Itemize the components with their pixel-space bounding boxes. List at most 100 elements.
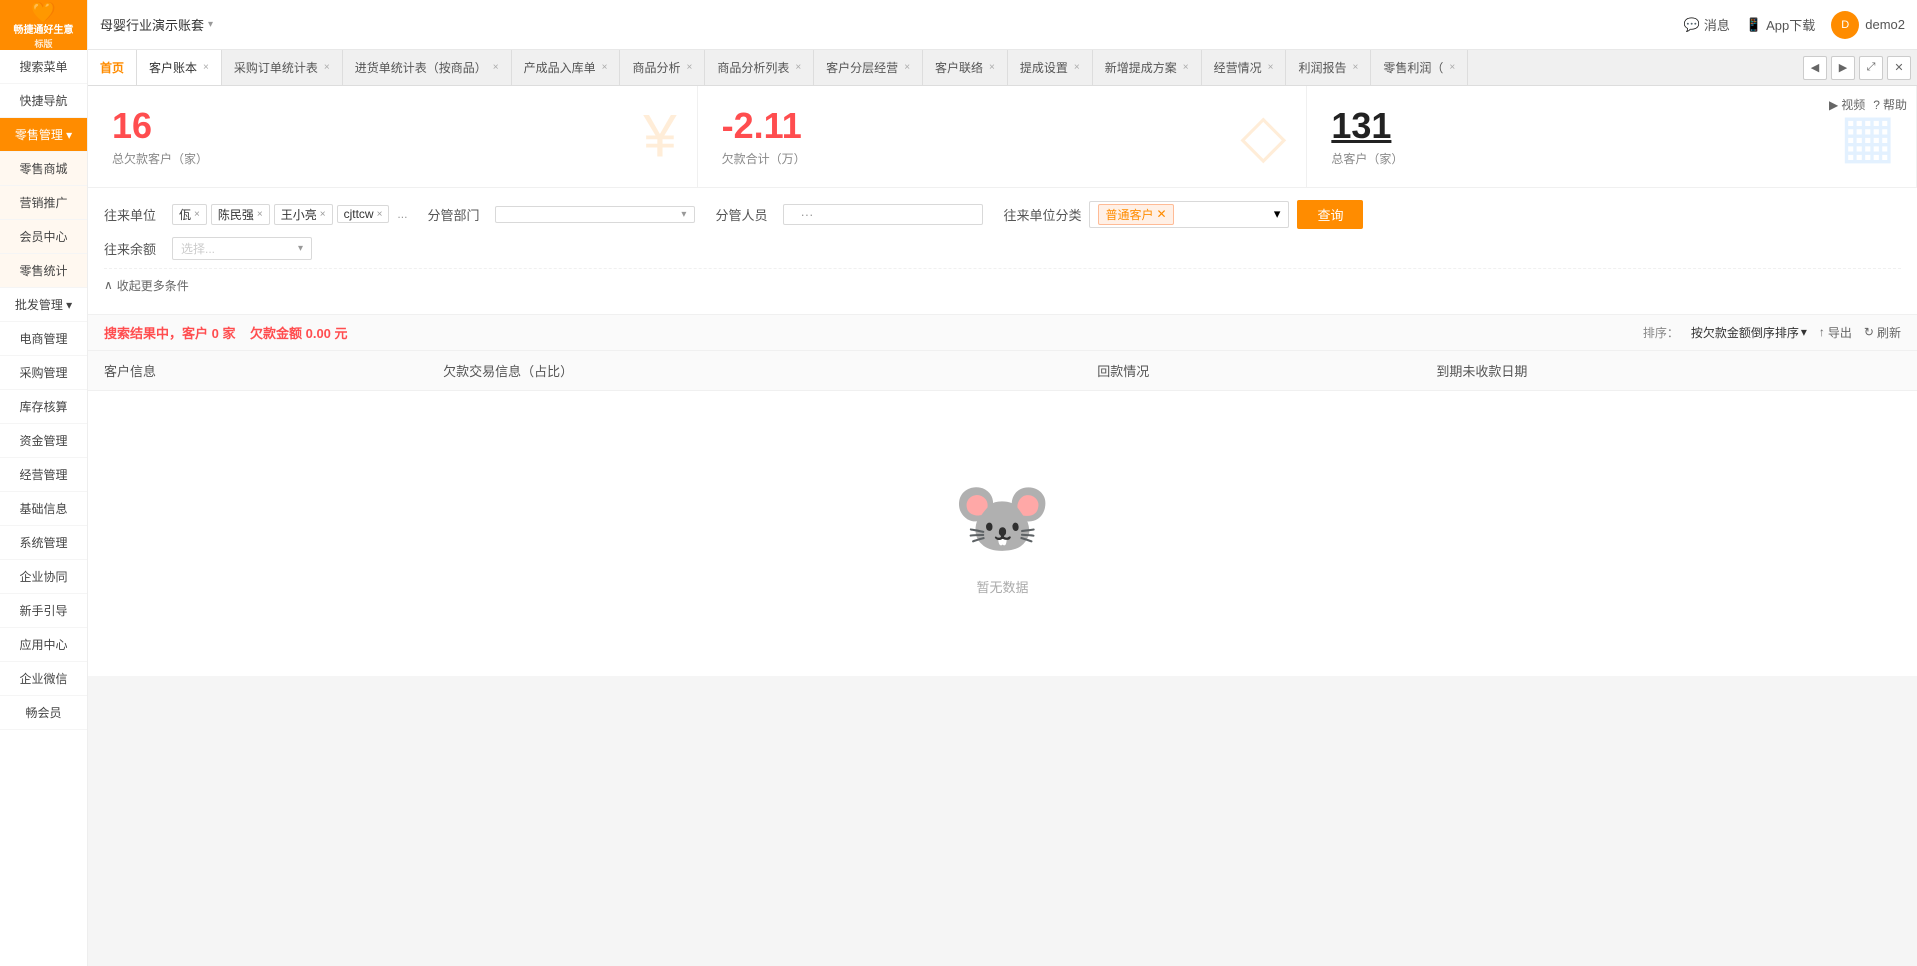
unit-tag-close-1[interactable]: × [257,209,263,220]
tab-close-all-btn[interactable]: ✕ [1887,56,1911,80]
tab-purchase_order[interactable]: 采购订单统计表 × [222,50,343,86]
tab-profit_report[interactable]: 利润报告× [1286,50,1371,86]
tab-production[interactable]: 产成品入库单× [512,50,621,86]
tab-maximize-btn[interactable]: ⤢ [1859,56,1883,80]
message-btn[interactable]: 💬 消息 [1684,15,1730,34]
tab-operations[interactable]: 经营情况× [1202,50,1287,86]
sidebar-item-vip[interactable]: 畅会员 [0,696,87,730]
unit-tag-close-0[interactable]: × [194,209,200,220]
user-profile[interactable]: D demo2 [1831,11,1905,39]
tab-label-home: 首页 [100,59,124,76]
unit-type-select[interactable]: 普通客户 ✕ ▾ [1089,201,1289,228]
result-amount-prefix: 欠款金额 [250,326,302,341]
sidebar-item-search[interactable]: 搜索菜单 [0,50,87,84]
tab-close-promotion_settings[interactable]: × [1074,62,1080,73]
video-help-btn[interactable]: ▶ 视频 [1829,96,1865,113]
person-dots-icon[interactable]: ··· [800,207,813,222]
sidebar-item-retail[interactable]: 零售管理 ▾ [0,118,87,152]
unit-type-close-icon[interactable]: ✕ [1156,207,1166,221]
export-btn[interactable]: ↑ 导出 [1819,324,1852,341]
sidebar-item-wholesale[interactable]: 批发管理 ▾ [0,288,87,322]
unit-tag-close-3[interactable]: × [377,209,383,220]
stat-bg-yen-icon: ¥ [643,102,676,171]
query-button[interactable]: 查询 [1297,200,1363,229]
tab-customer_segment[interactable]: 客户分层经营× [814,50,923,86]
sidebar-item-newbie[interactable]: 新手引导 [0,594,87,628]
tab-close-goods_analysis[interactable]: × [686,62,692,73]
sidebar-item-member[interactable]: 会员中心 [0,220,87,254]
sidebar-item-basic-info[interactable]: 基础信息 [0,492,87,526]
help-btn[interactable]: ? 帮助 [1873,96,1907,113]
sort-value-text: 按欠款金额倒序排序 [1691,324,1799,341]
play-icon: ▶ [1829,98,1838,112]
tab-close-new_plan[interactable]: × [1183,62,1189,73]
tab-new_plan[interactable]: 新增提成方案× [1093,50,1202,86]
avatar: D [1831,11,1859,39]
account-selector[interactable]: 母婴行业演示账套 ▾ [100,15,213,34]
tab-close-customer_contact[interactable]: × [989,62,995,73]
sidebar-item-app-center[interactable]: 应用中心 [0,628,87,662]
balance-select[interactable]: 选择... ▾ [172,237,312,260]
tab-scroll-left-btn[interactable]: ◀ [1803,56,1827,80]
tab-close-purchase_stats[interactable]: × [493,62,499,73]
collapse-btn[interactable]: ∧ 收起更多条件 [104,273,1901,298]
tab-close-operations[interactable]: × [1268,62,1274,73]
tab-account[interactable]: 客户账本× [137,50,222,86]
filter-row-balance: 往来余额 选择... ▾ [104,237,1901,260]
help-label: 帮助 [1883,96,1907,113]
sidebar-item-marketing[interactable]: 营销推广 [0,186,87,220]
stats-row: ¥ 16 总欠款客户（家） ◇ -2.11 欠款合计（万） ▦ 131 总客户（… [88,86,1917,188]
tab-label-purchase_order: 采购订单统计表 [234,59,318,76]
stat-bg-diamond-icon: ◇ [1240,101,1286,171]
sidebar-item-enterprise[interactable]: 企业协同 [0,560,87,594]
stat-block-amount: ◇ -2.11 欠款合计（万） [698,86,1308,187]
main-content: 母婴行业演示账套 ▾ 💬 消息 📱 App下载 D demo2 首页客户账本×采… [88,0,1917,966]
tab-scroll-right-btn[interactable]: ▶ [1831,56,1855,80]
more-tags-indicator[interactable]: ... [397,207,407,221]
tab-close-production[interactable]: × [602,62,608,73]
refresh-btn[interactable]: ↻ 刷新 [1864,324,1901,341]
tab-close-purchase_order[interactable]: × [324,62,330,73]
topbar-left: 母婴行业演示账套 ▾ [100,15,213,34]
stat-amount-number: -2.11 [722,106,802,146]
empty-state: 🐭 暂无数据 [88,391,1917,676]
table-col-2: 回款情况 [1081,351,1420,391]
sidebar-item-retail-shop[interactable]: 零售商城 [0,152,87,186]
tab-purchase_stats[interactable]: 进货单统计表（按商品）× [343,50,512,86]
page-content-area: ¥ 16 总欠款客户（家） ◇ -2.11 欠款合计（万） ▦ 131 总客户（… [88,86,1917,966]
dept-select[interactable]: ▾ [495,206,695,223]
sidebar-item-system[interactable]: 系统管理 [0,526,87,560]
tab-customer_contact[interactable]: 客户联络× [923,50,1008,86]
tab-close-goods_analysis_list[interactable]: × [795,62,801,73]
sidebar-item-enterprise-wechat[interactable]: 企业微信 [0,662,87,696]
unit-filter-label: 往来单位 [104,205,164,224]
tab-retail_profit[interactable]: 零售利润（× [1371,50,1468,86]
sidebar-item-ecommerce[interactable]: 电商管理 [0,322,87,356]
tab-promotion_settings[interactable]: 提成设置× [1008,50,1093,86]
export-icon: ↑ [1819,325,1825,339]
tab-goods_analysis_list[interactable]: 商品分析列表× [705,50,814,86]
tab-close-profit_report[interactable]: × [1352,62,1358,73]
tab-close-customer_segment[interactable]: × [904,62,910,73]
tab-home[interactable]: 首页 [88,50,137,86]
person-select[interactable]: ··· [783,204,983,225]
app-download-btn[interactable]: 📱 App下载 [1746,15,1815,34]
logo-icon: 🧡 [31,0,56,25]
tab-goods_analysis[interactable]: 商品分析× [620,50,705,86]
sidebar-item-finance[interactable]: 资金管理 [0,424,87,458]
tabbar: 首页客户账本×采购订单统计表×进货单统计表（按商品）×产成品入库单×商品分析×商… [88,50,1917,86]
unit-tag-close-2[interactable]: × [320,209,326,220]
tab-close-account[interactable]: × [203,62,209,73]
sidebar-item-purchase[interactable]: 采购管理 [0,356,87,390]
sidebar-item-inventory[interactable]: 库存核算 [0,390,87,424]
sidebar-item-retail-stats[interactable]: 零售统计 [0,254,87,288]
refresh-icon: ↻ [1864,325,1874,339]
help-btns: ▶ 视频 ? 帮助 [1829,96,1907,113]
sort-select[interactable]: 按欠款金额倒序排序 ▾ [1691,324,1807,341]
balance-filter-label: 往来余额 [104,239,164,258]
tab-close-retail_profit[interactable]: × [1449,62,1455,73]
sidebar-item-operations[interactable]: 经营管理 [0,458,87,492]
collapse-arrow-icon: ∧ [104,278,113,292]
sidebar-item-quick-nav[interactable]: 快捷导航 [0,84,87,118]
result-actions: 排序： 按欠款金额倒序排序 ▾ ↑ 导出 ↻ 刷新 [1643,324,1901,341]
